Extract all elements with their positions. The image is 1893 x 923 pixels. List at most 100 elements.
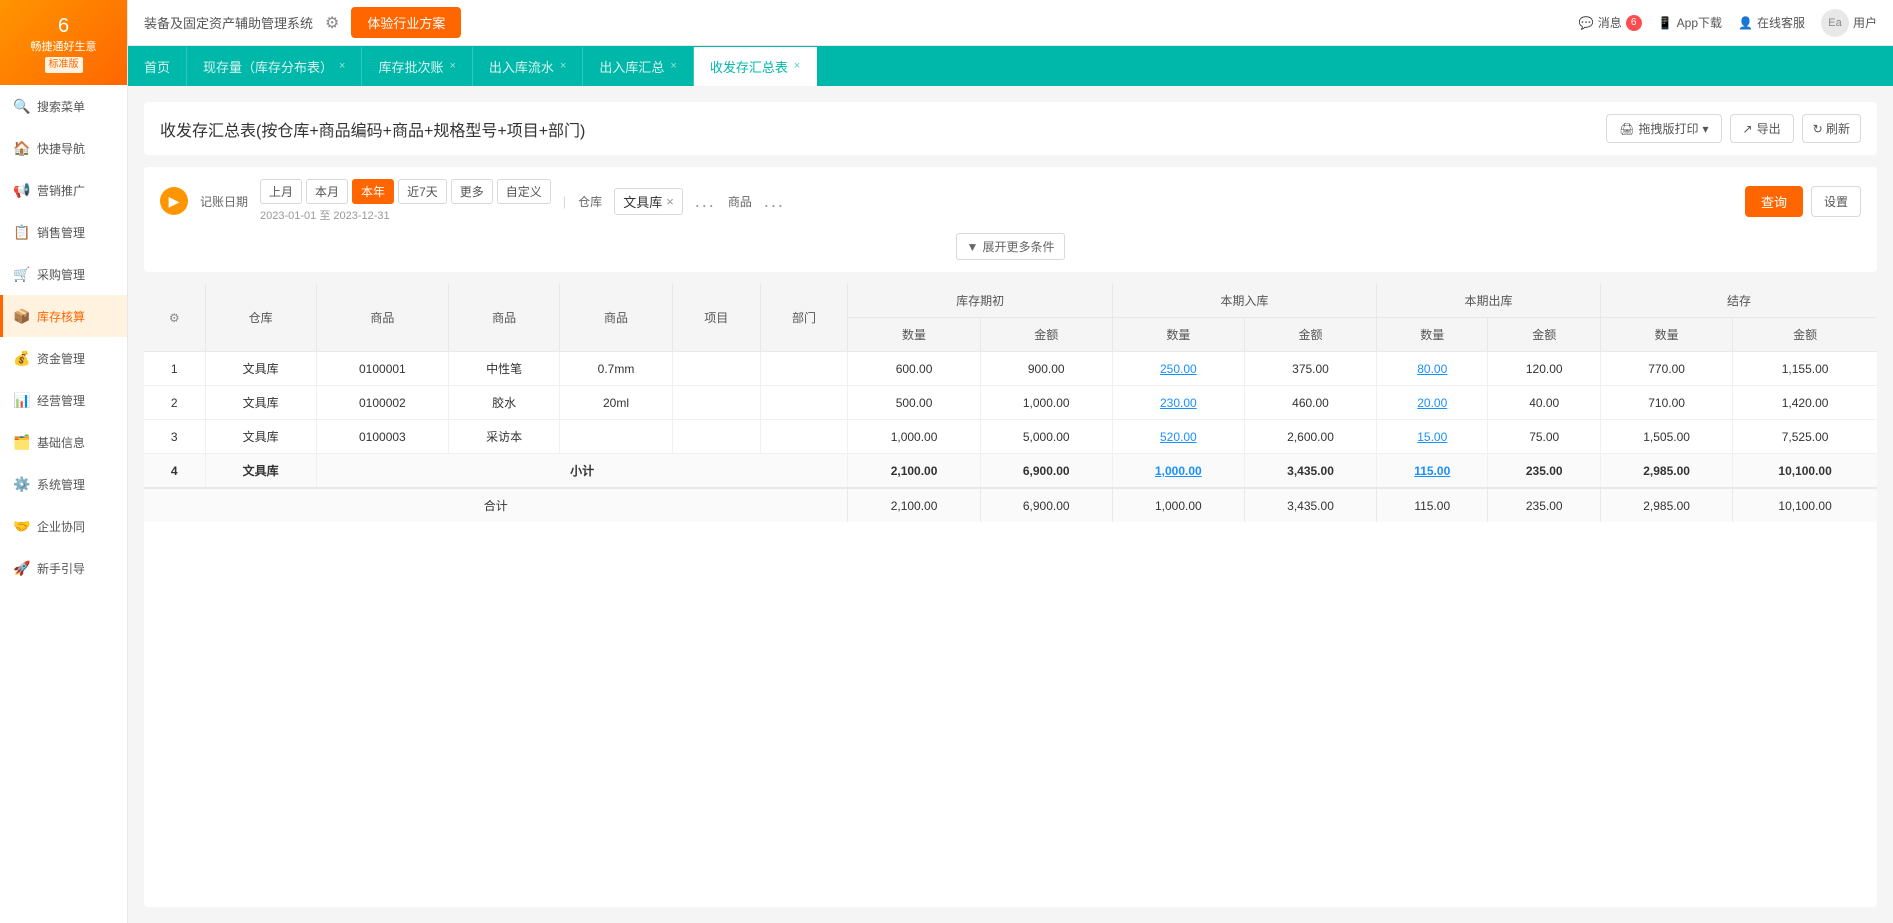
trial-button[interactable]: 体验行业方案 <box>351 7 461 38</box>
header-settings-icon[interactable]: ⚙ <box>325 13 339 33</box>
date-filter-label: 记账日期 <box>200 193 248 210</box>
system-title: 装备及固定资产辅助管理系统 <box>144 13 313 32</box>
download-icon: 📱 <box>1658 16 1673 30</box>
total-bal-amt: 10,100.00 <box>1733 488 1877 522</box>
sidebar-item-quicknav[interactable]: 🏠 快捷导航 <box>0 127 127 169</box>
sidebar-label-corp: 企业协同 <box>37 518 85 535</box>
row-bal-amt: 1,155.00 <box>1733 352 1877 386</box>
search-button[interactable]: 查询 <box>1745 186 1803 217</box>
tab-inout-summary[interactable]: 出入库汇总× <box>583 47 693 86</box>
th-in-amt: 金额 <box>1244 318 1376 352</box>
sidebar-item-corp[interactable]: 🤝 企业协同 <box>0 505 127 547</box>
total-in-amt: 3,435.00 <box>1244 488 1376 522</box>
row-out-qty[interactable]: 80.00 <box>1377 352 1488 386</box>
row-out-amt: 40.00 <box>1488 386 1601 420</box>
sidebar-item-business[interactable]: 📊 经营管理 <box>0 379 127 421</box>
tab-inventory-dist[interactable]: 现存量（库存分布表）× <box>187 47 362 86</box>
sidebar-item-system[interactable]: ⚙️ 系统管理 <box>0 463 127 505</box>
tab-close-inventory-dist[interactable]: × <box>339 60 345 72</box>
row-bal-amt: 1,420.00 <box>1733 386 1877 420</box>
sidebar-label-marketing: 营销推广 <box>37 182 85 199</box>
th-opening-qty: 数量 <box>848 318 980 352</box>
tab-inout-flow[interactable]: 出入库流水× <box>473 47 583 86</box>
tab-label-batch: 库存批次账 <box>378 57 443 76</box>
total-out-qty: 115.00 <box>1377 488 1488 522</box>
row-open-qty: 1,000.00 <box>848 420 980 454</box>
date-btn-更多[interactable]: 更多 <box>451 179 493 204</box>
refresh-button[interactable]: ↻ 刷新 <box>1802 114 1861 143</box>
th-out-qty: 数量 <box>1377 318 1488 352</box>
tab-close-inout-summary[interactable]: × <box>670 60 676 72</box>
sidebar-item-search[interactable]: 🔍 搜索菜单 <box>0 85 127 127</box>
sidebar-label-business: 经营管理 <box>37 392 85 409</box>
row-warehouse: 文具库 <box>205 352 316 386</box>
row-spec: 0.7mm <box>560 352 673 386</box>
tab-close-batch[interactable]: × <box>449 60 455 72</box>
table-settings-icon[interactable]: ⚙ <box>144 284 205 352</box>
logo-icon: 6 <box>8 12 119 40</box>
subtotal-open-amt: 6,900.00 <box>980 454 1112 489</box>
total-out-amt: 235.00 <box>1488 488 1601 522</box>
row-project <box>672 352 760 386</box>
date-btn-本年[interactable]: 本年 <box>352 179 394 204</box>
row-code: 0100001 <box>316 352 448 386</box>
quicknav-icon: 🏠 <box>13 139 31 157</box>
sidebar-item-finance[interactable]: 💰 资金管理 <box>0 337 127 379</box>
subtotal-no: 4 <box>144 454 205 489</box>
sidebar-item-basic[interactable]: 🗂️ 基础信息 <box>0 421 127 463</box>
sidebar-label-guide: 新手引导 <box>37 560 85 577</box>
corp-icon: 🤝 <box>13 517 31 535</box>
row-open-qty: 500.00 <box>848 386 980 420</box>
print-button[interactable]: 🖨 拖拽版打印 ▾ <box>1606 114 1721 143</box>
tab-close-recv-send[interactable]: × <box>794 60 800 72</box>
tab-recv-send[interactable]: 收发存汇总表× <box>694 47 817 86</box>
tab-batch[interactable]: 库存批次账 × <box>362 47 472 86</box>
sidebar-logo: 6 畅捷通好生意 标准版 <box>0 0 127 85</box>
sidebar-item-sales[interactable]: 📋 销售管理 <box>0 211 127 253</box>
sidebar-item-guide[interactable]: 🚀 新手引导 <box>0 547 127 589</box>
row-out-qty[interactable]: 15.00 <box>1377 420 1488 454</box>
date-btn-上月[interactable]: 上月 <box>260 179 302 204</box>
export-button[interactable]: ↗ 导出 <box>1730 114 1794 143</box>
user-menu[interactable]: Ea 用户 <box>1821 9 1877 37</box>
date-btn-近7天[interactable]: 近7天 <box>398 179 447 204</box>
row-warehouse: 文具库 <box>205 420 316 454</box>
goods-more-icon[interactable]: ... <box>764 191 785 212</box>
row-in-qty[interactable]: 230.00 <box>1112 386 1244 420</box>
row-no: 1 <box>144 352 205 386</box>
tab-home[interactable]: 首页 <box>128 47 187 86</box>
sidebar-item-purchase[interactable]: 🛒 采购管理 <box>0 253 127 295</box>
page-actions: 🖨 拖拽版打印 ▾ ↗ 导出 ↻ 刷新 <box>1606 114 1861 143</box>
subtotal-in-amt: 3,435.00 <box>1244 454 1376 489</box>
set-button[interactable]: 设置 <box>1811 186 1861 217</box>
row-in-qty[interactable]: 250.00 <box>1112 352 1244 386</box>
subtotal-row: 4 文具库 小计 2,100.00 6,900.00 1,000.00 3,43… <box>144 454 1877 489</box>
message-button[interactable]: 💬 消息 6 <box>1579 14 1642 31</box>
table-row: 1 文具库 0100001 中性笔 0.7mm 600.00 900.00 25… <box>144 352 1877 386</box>
warehouse-tag-close-icon[interactable]: × <box>666 194 674 209</box>
print-icon: 🖨 <box>1619 122 1634 136</box>
expand-filter-button[interactable]: ▼ 展开更多条件 <box>956 233 1066 260</box>
th-bal-qty: 数量 <box>1601 318 1733 352</box>
row-out-qty[interactable]: 20.00 <box>1377 386 1488 420</box>
tab-close-inout-flow[interactable]: × <box>560 60 566 72</box>
sidebar-item-inventory[interactable]: 📦 库存核算 <box>0 295 127 337</box>
row-in-qty[interactable]: 520.00 <box>1112 420 1244 454</box>
filter-arrow-icon[interactable]: ▶ <box>160 187 188 215</box>
message-icon: 💬 <box>1579 16 1594 30</box>
row-dept <box>760 386 848 420</box>
message-badge: 6 <box>1626 15 1642 31</box>
date-btn-本月[interactable]: 本月 <box>306 179 348 204</box>
message-label: 消息 <box>1598 14 1622 31</box>
app-download-button[interactable]: 📱 App下载 <box>1658 14 1722 31</box>
online-service-button[interactable]: 👤 在线客服 <box>1738 14 1805 31</box>
row-out-amt: 75.00 <box>1488 420 1601 454</box>
warehouse-more-icon[interactable]: ... <box>695 191 716 212</box>
date-btn-自定义[interactable]: 自定义 <box>497 179 551 204</box>
warehouse-tag[interactable]: 文具库 × <box>614 188 683 215</box>
row-open-qty: 600.00 <box>848 352 980 386</box>
expand-label: 展开更多条件 <box>982 238 1054 255</box>
row-dept <box>760 352 848 386</box>
sidebar-item-marketing[interactable]: 📢 营销推广 <box>0 169 127 211</box>
subtotal-warehouse: 文具库 <box>205 454 316 489</box>
